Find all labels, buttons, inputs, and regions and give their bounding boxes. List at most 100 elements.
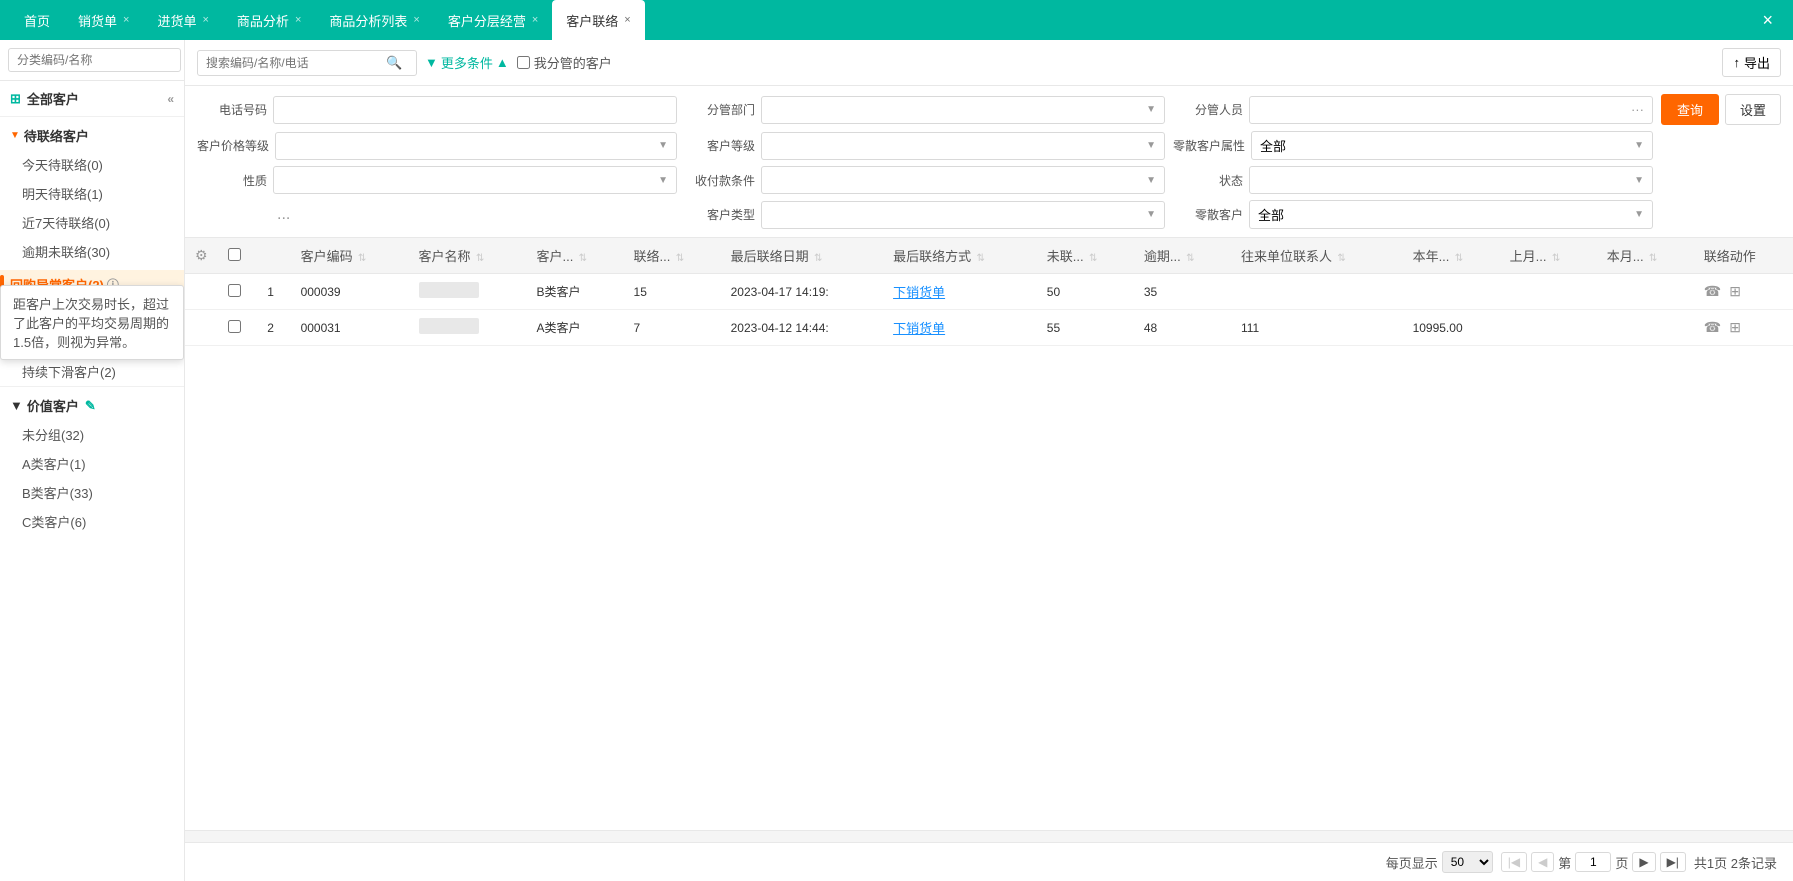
status-label: 状态 [1173,172,1243,189]
horizontal-scrollbar[interactable] [185,830,1793,842]
nav-tab-5[interactable]: 客户分层经营 × [434,0,552,40]
close-tab-3-icon[interactable]: × [295,14,301,26]
next-page-btn[interactable]: ▶ [1632,852,1655,872]
sidebar-item-c-class[interactable]: C类客户(6) [0,507,184,536]
sidebar-item-b-class[interactable]: B类客户(33) [0,478,184,507]
retail-attr-input[interactable]: 全部 ▼ [1251,131,1653,160]
more-conditions-btn[interactable]: ▼ 更多条件 ▲ [425,53,509,72]
sidebar-item-declining[interactable]: 持续下滑客户(2) [0,357,184,386]
value-customers-title[interactable]: ▼ 价值客户 ✎ [0,391,184,420]
top-nav: 首页 销货单 × 进货单 × 商品分析 × 商品分析列表 × 客户分层经营 × … [0,0,1793,40]
sidebar-item-today[interactable]: 今天待联络(0) [0,150,184,179]
not-contact-sort-icon[interactable]: ⇅ [1089,253,1097,264]
scroll-inner [185,831,1793,832]
row1-code: 000039 [291,274,409,310]
row1-select-checkbox[interactable] [228,284,241,297]
payment-input[interactable]: ▼ [761,166,1165,194]
row2-select-checkbox[interactable] [228,320,241,333]
first-page-btn[interactable]: |◀ [1501,852,1527,872]
all-customers-label: 全部客户 [27,89,79,108]
filter-actions: 查询 设置 [1661,94,1781,125]
filter-cell-cust-type: 客户类型 ▼ [685,201,1165,229]
sidebar-item-overdue[interactable]: 逾期未联络(30) [0,237,184,266]
date-sort-icon[interactable]: ⇅ [814,253,822,264]
nav-tab-3[interactable]: 商品分析 × [223,0,315,40]
settings-col-header: ⚙ [185,238,218,274]
dots-button[interactable]: ... [273,206,294,224]
per-page-select[interactable]: 50 100 200 [1442,851,1493,873]
close-tab-1-icon[interactable]: × [123,14,129,26]
code-sort-icon[interactable]: ⇅ [358,253,366,264]
prev-page-btn[interactable]: ◀ [1531,852,1554,872]
nav-tab-4[interactable]: 商品分析列表 × [315,0,433,40]
method-sort-icon[interactable]: ⇅ [976,253,984,264]
sidebar-item-tomorrow[interactable]: 明天待联络(1) [0,179,184,208]
select-all-checkbox[interactable] [228,248,241,261]
row2-contact: 7 [624,310,721,346]
person-input[interactable]: ··· [1249,96,1653,124]
advanced-filters: 电话号码 分管部门 ▼ 分管人员 ··· 查询 设置 [185,86,1793,238]
row2-contact-icon[interactable]: ☎ [1704,319,1721,336]
close-tab-4-icon[interactable]: × [413,14,419,26]
sidebar-item-ungroups[interactable]: 未分组(32) [0,420,184,449]
nav-tab-1[interactable]: 销货单 × [64,0,143,40]
cust-level-input[interactable]: ▼ [761,132,1165,160]
filter-bar: 🔍 ▼ 更多条件 ▲ 我分管的客户 ↑ 导出 [185,40,1793,86]
pending-contact-title[interactable]: ▼ 待联络客户 [0,121,184,150]
filter-cell-dots: ... [197,206,677,224]
row1-this-year [1403,274,1500,310]
retail-cust-input[interactable]: 全部 ▼ [1249,200,1653,229]
pagination-bar: 每页显示 50 100 200 |◀ ◀ 第 页 ▶ ▶| 共1页 2条记录 [185,842,1793,881]
status-input[interactable]: ▼ [1249,166,1653,194]
lmonth-sort-icon[interactable]: ⇅ [1552,253,1560,264]
nav-home[interactable]: 首页 [10,11,64,30]
name-sort-icon[interactable]: ⇅ [476,253,484,264]
row1-contact-icon[interactable]: ☎ [1704,283,1721,300]
type-sort-icon[interactable]: ⇅ [579,253,587,264]
tmonth-sort-icon[interactable]: ⇅ [1649,253,1657,264]
nav-tab-2[interactable]: 进货单 × [143,0,222,40]
price-level-input[interactable]: ▼ [275,132,677,160]
chevron-up-icon: ▲ [496,55,509,70]
edit-icon[interactable]: ✎ [85,398,96,414]
row2-more-icon[interactable]: ⊞ [1729,319,1741,336]
dept-label: 分管部门 [685,101,755,118]
dept-input[interactable]: ▼ [761,96,1165,124]
export-button[interactable]: ↑ 导出 [1722,48,1781,77]
row2-method-link[interactable]: 下销货单 [893,321,945,336]
close-tab-2-icon[interactable]: × [202,14,208,26]
export-icon: ↑ [1733,55,1740,70]
person-more-icon[interactable]: ··· [1631,102,1644,117]
last-page-btn[interactable]: ▶| [1660,852,1686,872]
filter-cell-retail-cust: 零散客户 全部 ▼ [1173,200,1653,229]
table-settings-icon[interactable]: ⚙ [195,247,208,263]
contact-sort-icon[interactable]: ⇅ [676,253,684,264]
sidebar-collapse-icon[interactable]: « [167,92,174,106]
contacts-sort-icon[interactable]: ⇅ [1337,253,1345,264]
main-search-input[interactable] [206,56,386,70]
phone-input[interactable] [273,96,677,124]
close-tab-6-icon[interactable]: × [624,14,630,26]
my-customers-checkbox[interactable] [517,56,530,69]
close-tab-5-icon[interactable]: × [532,14,538,26]
overdue-sort-icon[interactable]: ⇅ [1186,253,1194,264]
action-col-header: 联络动作 [1694,238,1793,274]
main-search-icon[interactable]: 🔍 [386,55,402,71]
row1-more-icon[interactable]: ⊞ [1729,283,1741,300]
close-window-icon[interactable]: × [1752,10,1783,31]
nature-input[interactable]: ▼ [273,166,677,194]
sidebar-search-input[interactable] [8,48,181,72]
cust-type-input[interactable]: ▼ [761,201,1165,229]
year-sort-icon[interactable]: ⇅ [1455,253,1463,264]
query-button[interactable]: 查询 [1661,94,1719,125]
checkbox-col-header [218,238,251,274]
sidebar-item-a-class[interactable]: A类客户(1) [0,449,184,478]
filter-cell-phone: 电话号码 [197,96,677,124]
settings-button[interactable]: 设置 [1725,94,1781,125]
row1-method-link[interactable]: 下销货单 [893,285,945,300]
filter-cell-price-level: 客户价格等级 ▼ [197,132,677,160]
nav-tab-6[interactable]: 客户联络 × [552,0,644,40]
sidebar-item-7days[interactable]: 近7天待联络(0) [0,208,184,237]
row2-actions: ☎ ⊞ [1694,310,1793,346]
page-number-input[interactable] [1575,852,1611,872]
